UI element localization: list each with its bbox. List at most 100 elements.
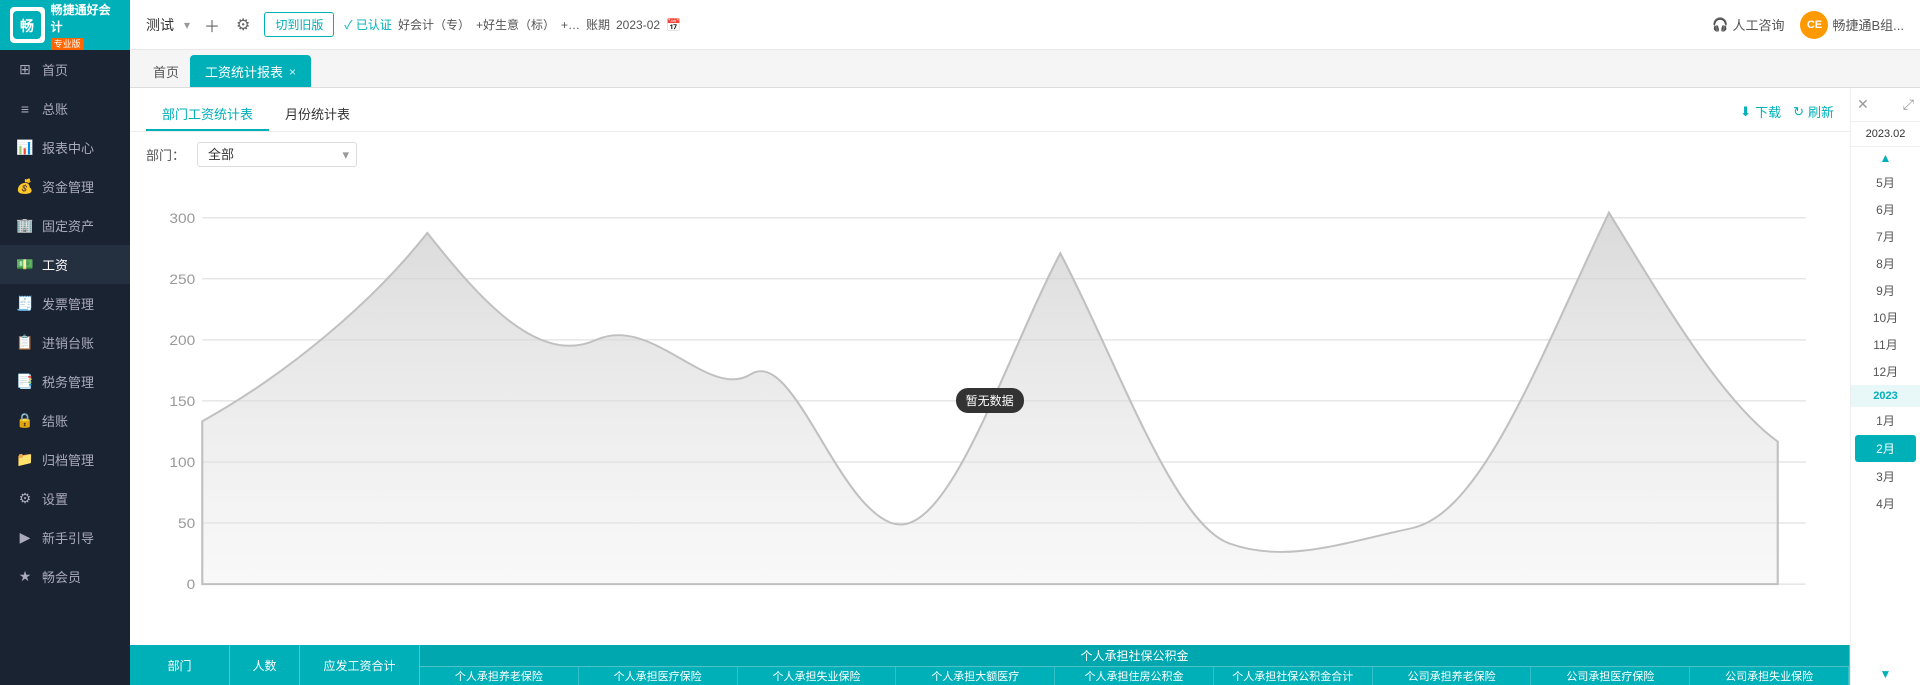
col-housing-fund: 个人承担住房公积金: [1055, 667, 1214, 685]
user-btn[interactable]: CE 畅捷通B组...: [1800, 11, 1904, 39]
sidebar-item-archive[interactable]: 📁 归档管理: [0, 440, 130, 479]
sidebar-item-label: 新手引导: [42, 528, 94, 547]
year-nav-down: ▼: [1851, 663, 1920, 685]
sidebar-logo: 畅 畅捷通好会计 专业版: [0, 0, 130, 50]
col-pension: 个人承担养老保险: [420, 667, 579, 685]
month-11[interactable]: 11月: [1851, 331, 1920, 358]
sidebar-nav: ⊞ 首页 ≡ 总账 📊 报表中心 💰 资金管理 🏢 固定资产 💵 工资 🧾 发票…: [0, 50, 130, 685]
sidebar-item-ledger[interactable]: ≡ 总账: [0, 89, 130, 128]
month-5[interactable]: 5月: [1851, 169, 1920, 196]
assistant-label: 人工咨询: [1732, 15, 1784, 34]
period-label: 账期: [586, 16, 610, 33]
month-8[interactable]: 8月: [1851, 250, 1920, 277]
topbar-arrow-icon: ▾: [184, 18, 190, 32]
status-goodbiz: +好生意（标）: [476, 16, 555, 33]
download-icon: ⬇: [1740, 104, 1751, 120]
sidebar-item-label: 结账: [42, 411, 68, 430]
topbar-icons: ＋ ⚙: [200, 11, 254, 39]
sidebar-item-salary[interactable]: 💵 工资: [0, 245, 130, 284]
status-goodacc: 好会计（专）: [398, 16, 470, 33]
group-header-label: 个人承担社保公积金: [420, 645, 1849, 667]
calendar-icon[interactable]: 📅: [666, 18, 681, 32]
logo-title: 畅捷通好会计: [51, 1, 120, 35]
month-list: 5月 6月 7月 8月 9月 10月 11月 12月 2023 1月 2月 3月…: [1851, 169, 1920, 663]
expand-panel-icon[interactable]: ⤢: [1903, 96, 1914, 113]
sidebar-item-label: 资金管理: [42, 177, 94, 196]
salary-icon: 💵: [16, 256, 34, 273]
month-9[interactable]: 9月: [1851, 277, 1920, 304]
main-area: 测试 ▾ ＋ ⚙ 切到旧版 ✓ 已认证 好会计（专） +好生意（标） +… 账期…: [130, 0, 1920, 685]
month-4[interactable]: 4月: [1851, 490, 1920, 517]
dept-filter-select[interactable]: 全部 行政部 技术部 销售部 财务部: [197, 142, 357, 167]
tab-salary-report[interactable]: 工资统计报表 ×: [190, 55, 311, 87]
sales-icon: 📋: [16, 334, 34, 351]
tabs-bar: 首页 工资统计报表 ×: [130, 50, 1920, 88]
sidebar-item-vip[interactable]: ★ 畅会员: [0, 557, 130, 596]
assistant-btn[interactable]: 🎧 人工咨询: [1712, 15, 1784, 34]
month-1[interactable]: 1月: [1851, 407, 1920, 434]
close-panel-icon[interactable]: ✕: [1857, 96, 1869, 113]
month-12[interactable]: 12月: [1851, 358, 1920, 385]
sidebar-item-reports[interactable]: 📊 报表中心: [0, 128, 130, 167]
sidebar-item-label: 固定资产: [42, 216, 94, 235]
sidebar-item-label: 总账: [42, 99, 68, 118]
content-area: 部门工资统计表 月份统计表 ⬇ 下载 ↻ 刷新: [130, 88, 1920, 685]
reports-icon: 📊: [16, 139, 34, 156]
col-social-total: 个人承担社保公积金合计: [1214, 667, 1373, 685]
sidebar-item-label: 进销台账: [42, 333, 94, 352]
tab-home[interactable]: 首页: [142, 55, 190, 87]
sidebar-item-label: 畅会员: [42, 567, 81, 586]
sub-tab-actions: ⬇ 下载 ↻ 刷新: [1740, 102, 1834, 127]
content-main: 部门工资统计表 月份统计表 ⬇ 下载 ↻ 刷新: [130, 88, 1850, 685]
month-10[interactable]: 10月: [1851, 304, 1920, 331]
svg-text:100: 100: [169, 456, 195, 471]
download-btn[interactable]: ⬇ 下载: [1740, 102, 1781, 121]
sidebar-item-tax[interactable]: 📑 税务管理: [0, 362, 130, 401]
col-group-personal: 个人承担社保公积金 个人承担养老保险 个人承担医疗保险 个人承担失业保险 个人承…: [420, 645, 1850, 685]
refresh-btn[interactable]: ↻ 刷新: [1793, 102, 1834, 121]
sidebar-item-sales[interactable]: 📋 进销台账: [0, 323, 130, 362]
gear-icon[interactable]: ⚙: [232, 13, 254, 37]
period-value: 2023-02: [616, 18, 660, 32]
month-6[interactable]: 6月: [1851, 196, 1920, 223]
sidebar-item-funds[interactable]: 💰 资金管理: [0, 167, 130, 206]
logo-badge: 专业版: [51, 38, 84, 50]
sub-tab-dept-label: 部门工资统计表: [162, 107, 253, 122]
switch-btn[interactable]: 切到旧版: [264, 12, 334, 37]
tab-home-label: 首页: [153, 62, 179, 81]
col-people: 人数: [230, 645, 300, 685]
tab-close-icon[interactable]: ×: [289, 65, 296, 79]
month-7[interactable]: 7月: [1851, 223, 1920, 250]
logo-icon: 畅: [10, 7, 45, 43]
month-3[interactable]: 3月: [1851, 463, 1920, 490]
svg-text:300: 300: [169, 211, 195, 226]
sub-tab-monthly[interactable]: 月份统计表: [269, 98, 366, 131]
sidebar-item-assets[interactable]: 🏢 固定资产: [0, 206, 130, 245]
ledger-icon: ≡: [16, 101, 34, 117]
certified-status: ✓ 已认证: [344, 16, 392, 33]
sub-tabs: 部门工资统计表 月份统计表 ⬇ 下载 ↻ 刷新: [130, 88, 1850, 132]
table-footer-headers: 部门 人数 应发工资合计 个人承担社保公积金 个人承担养老保险 个人承担医疗保险…: [130, 645, 1850, 685]
sidebar-item-guide[interactable]: ▶ 新手引导: [0, 518, 130, 557]
sidebar-item-label: 税务管理: [42, 372, 94, 391]
sidebar-item-home[interactable]: ⊞ 首页: [0, 50, 130, 89]
logo-text-area: 畅捷通好会计 专业版: [51, 1, 120, 50]
svg-text:150: 150: [169, 395, 195, 410]
sidebar-item-closing[interactable]: 🔒 结账: [0, 401, 130, 440]
sub-tab-dept[interactable]: 部门工资统计表: [146, 98, 269, 131]
settings-icon: ⚙: [16, 490, 34, 507]
sidebar-item-label: 归档管理: [42, 450, 94, 469]
sidebar-item-invoice[interactable]: 🧾 发票管理: [0, 284, 130, 323]
sidebar-item-label: 工资: [42, 255, 68, 274]
assets-icon: 🏢: [16, 217, 34, 234]
topbar-title: 测试: [146, 15, 174, 35]
year-down-btn[interactable]: ▼: [1876, 665, 1896, 683]
svg-text:50: 50: [178, 517, 195, 532]
sidebar: 畅 畅捷通好会计 专业版 ⊞ 首页 ≡ 总账 📊 报表中心 💰 资金管理 🏢 固…: [0, 0, 130, 685]
sidebar-item-settings[interactable]: ⚙ 设置: [0, 479, 130, 518]
plus-icon[interactable]: ＋: [200, 11, 224, 39]
year-up-btn[interactable]: ▲: [1876, 149, 1896, 167]
col-major-medical: 个人承担大额医疗: [896, 667, 1055, 685]
month-2-active[interactable]: 2月: [1855, 435, 1916, 462]
filter-select-wrapper: 全部 行政部 技术部 销售部 财务部 ▾: [197, 142, 357, 167]
